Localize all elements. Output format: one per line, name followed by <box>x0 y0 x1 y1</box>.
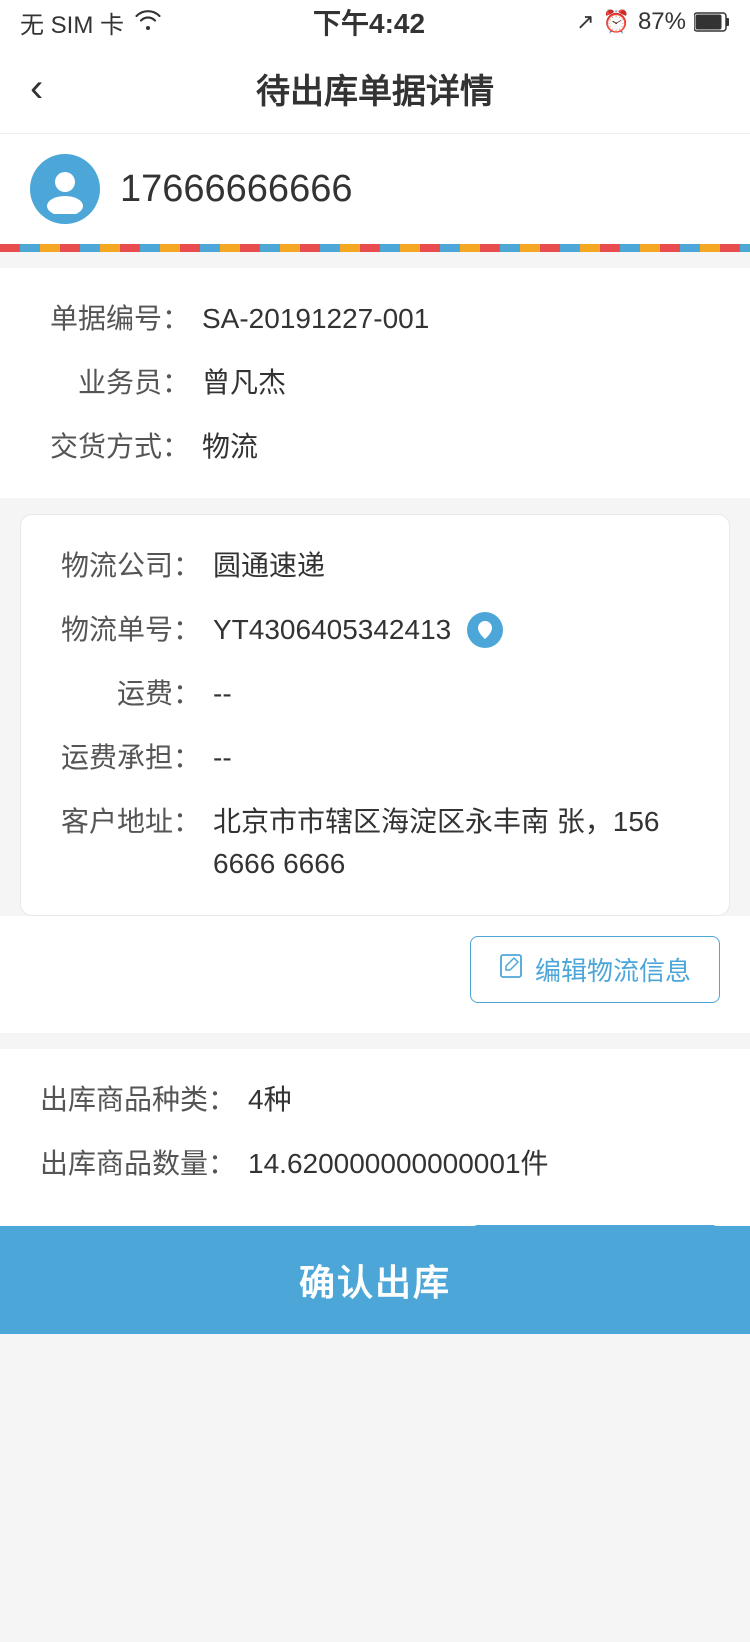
bottom-spacer <box>0 1322 750 1522</box>
salesperson-label: 业务员： <box>40 362 190 404</box>
order-no-row: 单据编号： SA-20191227-001 <box>40 298 710 340</box>
section-divider-1 <box>0 1033 750 1049</box>
freight-row: 运费： -- <box>51 673 699 715</box>
address-row: 客户地址： 北京市市辖区海淀区永丰南 张，156 6666 6666 <box>51 801 699 885</box>
goods-type-value: 4种 <box>248 1079 710 1121</box>
logistics-card: 物流公司： 圆通速递 物流单号： YT4306405342413 运费： -- <box>20 514 730 916</box>
goods-quantity-value: 14.620000000000001件 <box>248 1143 710 1185</box>
status-time: 下午4:42 <box>313 2 425 42</box>
goods-type-label: 出库商品种类： <box>40 1079 236 1121</box>
logistics-company-label: 物流公司： <box>51 545 201 587</box>
salesperson-value: 曾凡杰 <box>202 362 710 404</box>
back-button[interactable]: ‹ <box>30 66 43 111</box>
edit-btn-row: 编辑物流信息 <box>0 916 750 1033</box>
customer-header: 17666666666 <box>0 134 750 244</box>
goods-quantity-row: 出库商品数量： 14.620000000000001件 <box>40 1143 710 1185</box>
page-title: 待出库单据详情 <box>256 64 494 113</box>
delivery-method-value: 物流 <box>202 426 710 468</box>
goods-quantity-label: 出库商品数量： <box>40 1143 236 1185</box>
delivery-method-label: 交货方式： <box>40 426 190 468</box>
logistics-company-value: 圆通速递 <box>213 545 699 587</box>
order-no-value: SA-20191227-001 <box>202 298 710 340</box>
address-label: 客户地址： <box>51 801 201 843</box>
battery-icon <box>694 12 730 32</box>
freight-label: 运费： <box>51 673 201 715</box>
tracking-location-icon[interactable] <box>467 612 503 648</box>
freight-bearer-row: 运费承担： -- <box>51 737 699 779</box>
order-no-label: 单据编号： <box>40 298 190 340</box>
tracking-no-label: 物流单号： <box>51 609 201 651</box>
edit-icon <box>499 953 525 986</box>
status-left: 无 SIM 卡 <box>20 5 162 40</box>
edit-logistics-label: 编辑物流信息 <box>535 951 691 988</box>
status-right: ↗ ⏰ 87% <box>576 8 730 36</box>
freight-bearer-value: -- <box>213 737 699 779</box>
alarm-icon: ⏰ <box>603 9 630 35</box>
customer-phone: 17666666666 <box>120 168 352 211</box>
dashed-divider <box>0 244 750 252</box>
status-bar: 无 SIM 卡 下午4:42 ↗ ⏰ 87% <box>0 0 750 44</box>
order-info-section: 单据编号： SA-20191227-001 业务员： 曾凡杰 交货方式： 物流 <box>0 268 750 498</box>
battery-text: 87% <box>638 8 686 36</box>
goods-section: 出库商品种类： 4种 出库商品数量： 14.620000000000001件 <box>0 1049 750 1215</box>
wifi-icon <box>134 8 162 37</box>
avatar <box>30 154 100 224</box>
logistics-company-row: 物流公司： 圆通速递 <box>51 545 699 587</box>
address-value: 北京市市辖区海淀区永丰南 张，156 6666 6666 <box>213 801 699 885</box>
freight-bearer-label: 运费承担： <box>51 737 201 779</box>
tracking-no-row: 物流单号： YT4306405342413 <box>51 609 699 651</box>
salesperson-row: 业务员： 曾凡杰 <box>40 362 710 404</box>
location-status-icon: ↗ <box>576 9 594 35</box>
carrier-text: 无 SIM 卡 <box>20 5 124 40</box>
tracking-no-value: YT4306405342413 <box>213 609 699 651</box>
confirm-btn-container[interactable]: 确认出库 <box>0 1226 750 1334</box>
delivery-method-row: 交货方式： 物流 <box>40 426 710 468</box>
goods-type-row: 出库商品种类： 4种 <box>40 1079 710 1121</box>
nav-bar: ‹ 待出库单据详情 <box>0 44 750 134</box>
edit-logistics-button[interactable]: 编辑物流信息 <box>470 936 720 1003</box>
freight-value: -- <box>213 673 699 715</box>
confirm-btn-label: 确认出库 <box>299 1254 451 1306</box>
